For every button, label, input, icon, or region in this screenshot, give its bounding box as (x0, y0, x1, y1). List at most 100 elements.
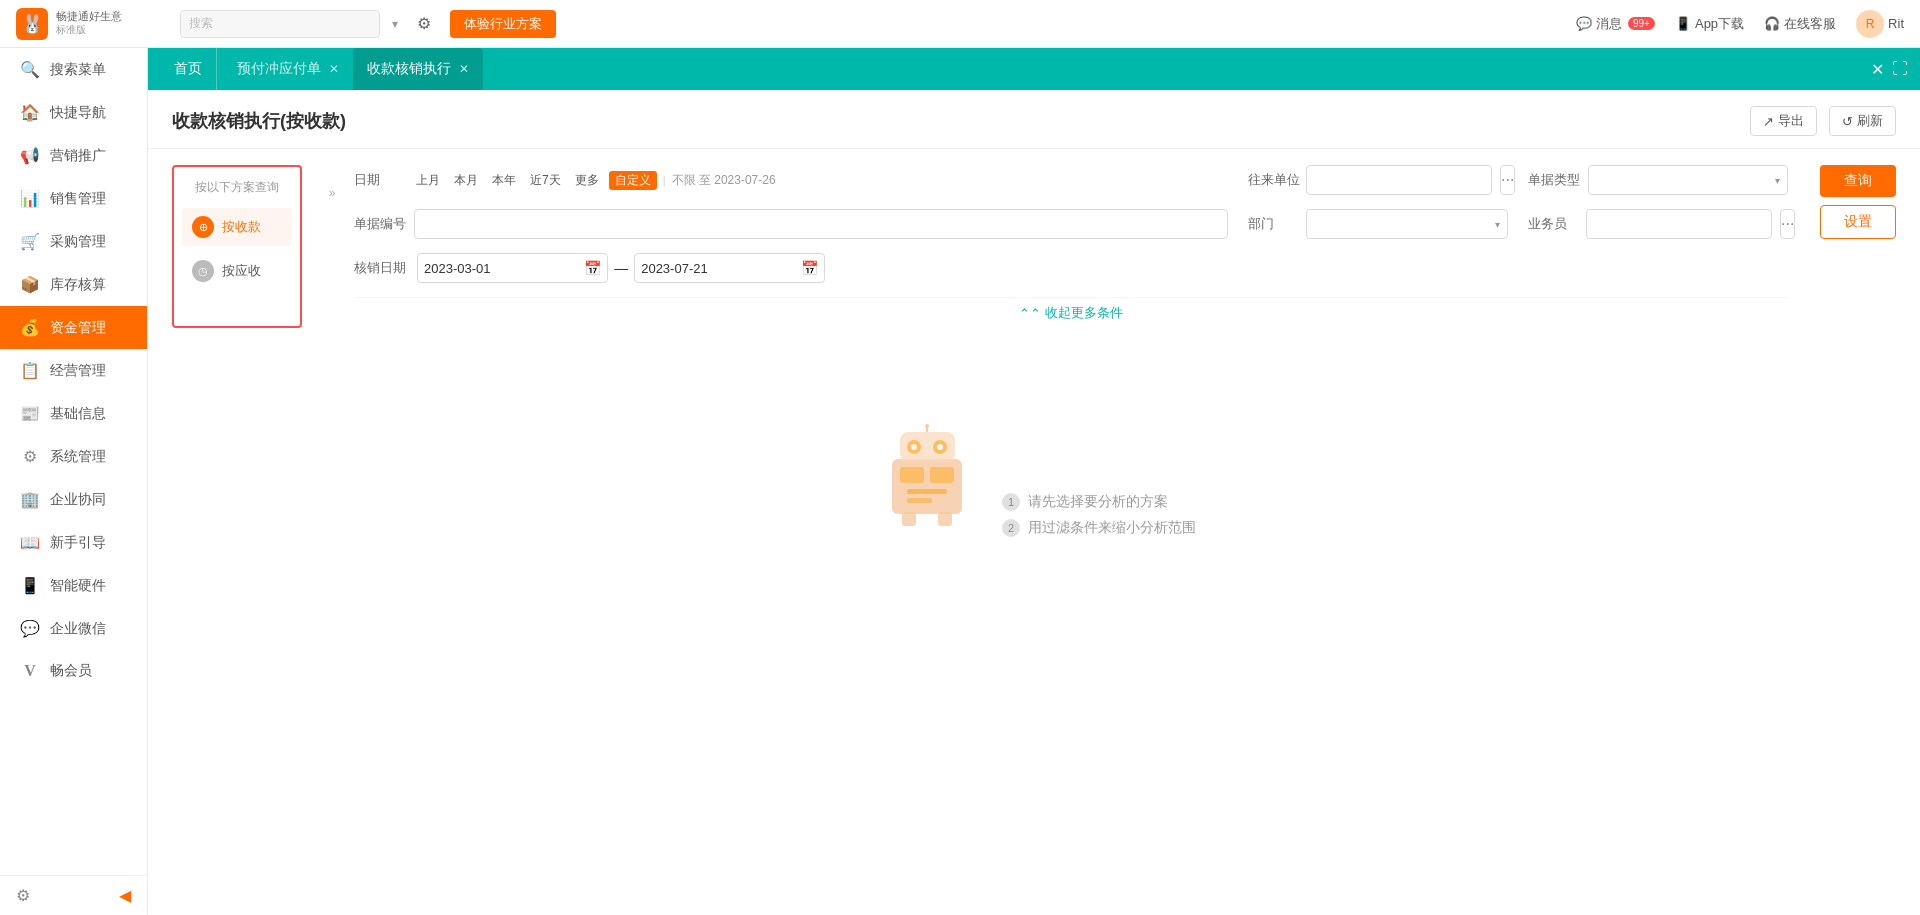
app-download-btn[interactable]: 📱 App下载 (1675, 15, 1744, 33)
tab-receivable-close[interactable]: ✕ (459, 62, 469, 76)
tab-receivable-label: 收款核销执行 (367, 60, 451, 78)
empty-hint-1: 1 请先选择要分析的方案 (1002, 493, 1196, 511)
date-7days[interactable]: 近7天 (526, 171, 565, 190)
purchase-icon: 🛒 (20, 232, 40, 251)
verify-date-start-icon[interactable]: 📅 (584, 260, 601, 276)
filter-option-receipt-label: 按收款 (222, 218, 261, 236)
settings-btn[interactable]: 设置 (1820, 205, 1896, 239)
tab-fullscreen-icon[interactable]: ⛶ (1892, 60, 1908, 78)
empty-num-1: 1 (1002, 493, 1020, 511)
export-btn[interactable]: ↗ 导出 (1750, 106, 1817, 136)
sidebar-item-smart-hw[interactable]: 📱 智能硬件 (0, 564, 147, 607)
empty-text-group: 1 请先选择要分析的方案 2 用过滤条件来缩小分析范围 (1002, 493, 1196, 537)
sidebar-item-guide[interactable]: 📖 新手引导 (0, 521, 147, 564)
svg-rect-2 (930, 467, 954, 483)
industry-btn[interactable]: 体验行业方案 (450, 10, 556, 38)
verify-date-start-input[interactable] (424, 261, 580, 276)
tab-prepay-close[interactable]: ✕ (329, 62, 339, 76)
tab-prepay[interactable]: 预付冲应付单 ✕ (223, 48, 353, 90)
collapse-sidebar-icon[interactable]: ◀ (119, 886, 131, 905)
receipt-icon: ⊕ (192, 216, 214, 238)
date-unlimit: 不限 至 2023-07-26 (672, 172, 776, 189)
guide-icon: 📖 (20, 533, 40, 552)
empty-box-illustration (872, 424, 982, 537)
tab-bar: 首页 预付冲应付单 ✕ 收款核销执行 ✕ ✕ ⛶ (148, 48, 1920, 90)
verify-date-end-icon[interactable]: 📅 (801, 260, 818, 276)
settings-bottom-icon[interactable]: ⚙ (16, 886, 30, 905)
staff-input[interactable] (1586, 209, 1772, 239)
filter-option-by-receivable[interactable]: ◷ 按应收 (182, 252, 292, 290)
chevron-up-icon: ⌃⌃ (1019, 306, 1041, 321)
filter-option-by-receipt[interactable]: ⊕ 按收款 (182, 208, 292, 246)
export-label: 导出 (1778, 112, 1804, 130)
message-label: 消息 (1596, 15, 1622, 33)
sidebar-item-sys-admin[interactable]: ⚙ 系统管理 (0, 435, 147, 478)
date-more[interactable]: 更多 (571, 171, 603, 190)
bill-type-select-wrap: ▾ (1588, 165, 1788, 195)
svg-rect-1 (900, 467, 924, 483)
date-this-year[interactable]: 本年 (488, 171, 520, 190)
gear-icon[interactable]: ⚙ (410, 10, 438, 38)
sidebar-item-sales[interactable]: 📊 销售管理 (0, 177, 147, 220)
tab-home-label: 首页 (174, 60, 202, 78)
sidebar-item-basic-info[interactable]: 📰 基础信息 (0, 392, 147, 435)
collapse-more-row: ⌃⌃ 收起更多条件 (354, 297, 1788, 328)
staff-dots-btn[interactable]: ··· (1780, 209, 1795, 239)
empty-num-2: 2 (1002, 519, 1020, 537)
refresh-icon: ↺ (1842, 114, 1853, 129)
tab-receivable[interactable]: 收款核销执行 ✕ (353, 48, 483, 90)
sidebar-label-search-menu: 搜索菜单 (50, 61, 106, 79)
top-header: 🐰 畅捷通好生意 标准版 搜索 ▾ ⚙ 体验行业方案 💬 消息 99+ 📱 Ap… (0, 0, 1920, 48)
date-range-dash: — (614, 260, 628, 276)
filter-option-receivable-label: 按应收 (222, 262, 261, 280)
finance-icon: 💰 (20, 318, 40, 337)
collapse-more-btn[interactable]: ⌃⌃ 收起更多条件 (1019, 304, 1123, 322)
sidebar-item-member[interactable]: V 畅会员 (0, 650, 147, 692)
sidebar-label-guide: 新手引导 (50, 534, 106, 552)
refresh-btn[interactable]: ↺ 刷新 (1829, 106, 1896, 136)
empty-hint-2: 2 用过滤条件来缩小分析范围 (1002, 519, 1196, 537)
sidebar-item-quick-nav[interactable]: 🏠 快捷导航 (0, 91, 147, 134)
sidebar-item-finance[interactable]: 💰 资金管理 (0, 306, 147, 349)
bill-num-input[interactable] (414, 209, 1228, 239)
empty-hint-1-text: 请先选择要分析的方案 (1028, 493, 1168, 511)
sidebar-item-marketing[interactable]: 📢 营销推广 (0, 134, 147, 177)
message-btn[interactable]: 💬 消息 99+ (1576, 15, 1655, 33)
filter-bill-type-field: 单据类型 ▾ (1528, 165, 1788, 195)
filter-staff-field: 业务员 ··· (1528, 209, 1788, 239)
sidebar-item-inventory[interactable]: 📦 库存核算 (0, 263, 147, 306)
user-area[interactable]: R Rit (1856, 10, 1904, 38)
query-btn[interactable]: 查询 (1820, 165, 1896, 197)
date-custom[interactable]: 自定义 (609, 171, 657, 190)
collapse-filter-btn[interactable]: » (322, 173, 342, 213)
staff-label: 业务员 (1528, 215, 1578, 233)
empty-hint-2-text: 用过滤条件来缩小分析范围 (1028, 519, 1196, 537)
sidebar-label-sales: 销售管理 (50, 190, 106, 208)
verify-date-end-input[interactable] (641, 261, 797, 276)
sidebar-item-wechat[interactable]: 💬 企业微信 (0, 607, 147, 650)
verify-date-end-wrap: 📅 (634, 253, 825, 283)
header-search-bar[interactable]: 搜索 (180, 10, 380, 38)
date-this-month[interactable]: 本月 (450, 171, 482, 190)
sidebar-item-operations[interactable]: 📋 经营管理 (0, 349, 147, 392)
logo-badge: 标准版 (56, 23, 122, 37)
export-icon: ↗ (1763, 114, 1774, 129)
sidebar-label-wechat: 企业微信 (50, 620, 106, 638)
tab-close-all-icon[interactable]: ✕ (1871, 60, 1884, 79)
sidebar-item-purchase[interactable]: 🛒 采购管理 (0, 220, 147, 263)
logo-area: 🐰 畅捷通好生意 标准版 (16, 8, 164, 40)
header-right: 💬 消息 99+ 📱 App下载 🎧 在线客服 R Rit (1576, 10, 1904, 38)
partner-input[interactable] (1306, 165, 1492, 195)
svg-rect-4 (907, 498, 932, 503)
bill-type-select[interactable] (1588, 165, 1788, 195)
sidebar-item-search-menu[interactable]: 🔍 搜索菜单 (0, 48, 147, 91)
dropdown-icon[interactable]: ▾ (392, 17, 398, 31)
basic-info-icon: 📰 (20, 404, 40, 423)
tab-home[interactable]: 首页 (160, 48, 217, 90)
date-last-month[interactable]: 上月 (412, 171, 444, 190)
partner-dots-btn[interactable]: ··· (1500, 165, 1515, 195)
page-header-actions: ↗ 导出 ↺ 刷新 (1750, 106, 1896, 136)
department-select[interactable] (1306, 209, 1508, 239)
online-service-btn[interactable]: 🎧 在线客服 (1764, 15, 1836, 33)
sidebar-item-enterprise[interactable]: 🏢 企业协同 (0, 478, 147, 521)
